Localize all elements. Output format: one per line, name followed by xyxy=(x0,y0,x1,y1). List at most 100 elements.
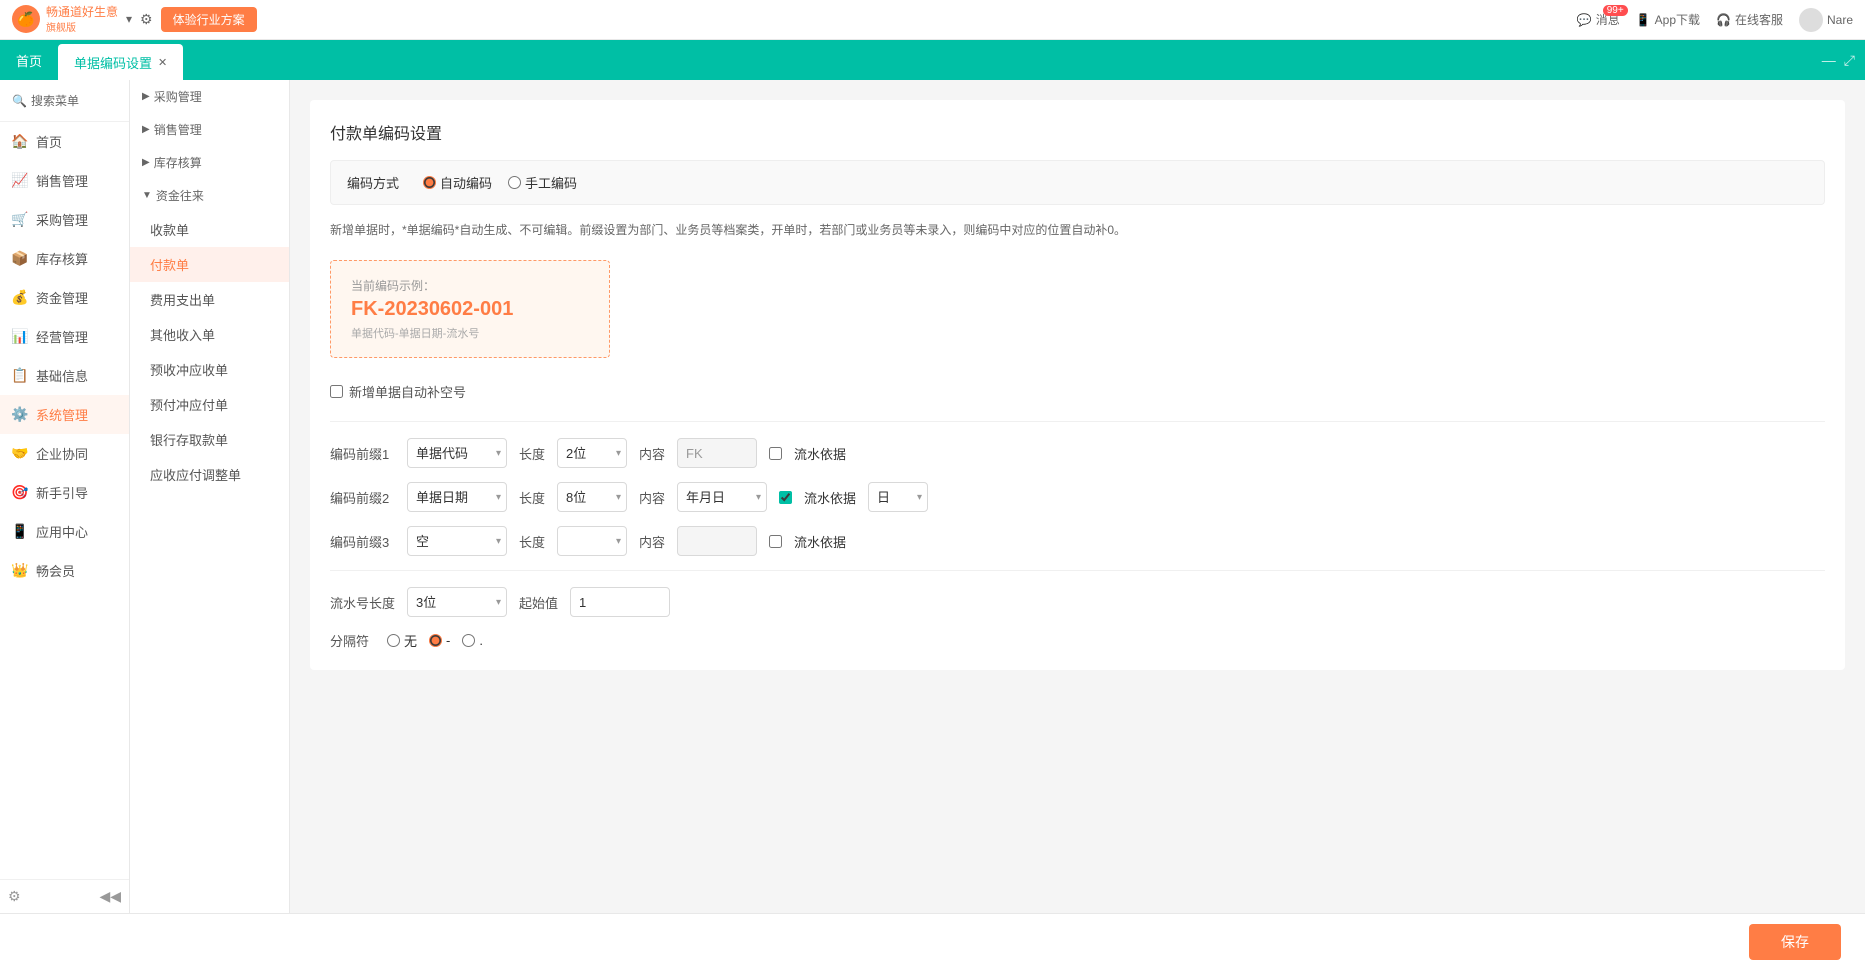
sub-nav-expense[interactable]: 费用支出单 xyxy=(130,282,289,317)
prefix1-length-select[interactable]: 2位 4位 6位 8位 xyxy=(557,438,627,468)
separator-dash-option[interactable]: - xyxy=(429,633,450,648)
divider-2 xyxy=(330,570,1825,571)
tab-home[interactable]: 首页 xyxy=(0,40,58,80)
serial-length-wrapper: 2位 3位 4位 5位 xyxy=(407,587,507,617)
separator-dash-radio[interactable] xyxy=(429,634,442,647)
sub-nav-receipt[interactable]: 收款单 xyxy=(130,212,289,247)
member-icon: 👑 xyxy=(12,563,28,579)
serial-length-select[interactable]: 2位 3位 4位 5位 xyxy=(407,587,507,617)
phone-icon: 📱 xyxy=(1636,13,1651,27)
sidebar-item-system[interactable]: ⚙️ 系统管理 xyxy=(0,395,129,434)
sub-group-inventory: ▶ 库存核算 xyxy=(130,146,289,179)
sidebar-item-guide[interactable]: 🎯 新手引导 xyxy=(0,473,129,512)
sub-sidebar: ▶ 采购管理 ▶ 销售管理 ▶ 库存核算 ▼ 资金往来 收款单 付款单 费用支出… xyxy=(130,80,290,913)
auto-encode-option[interactable]: 自动编码 xyxy=(423,173,492,192)
manual-encode-option[interactable]: 手工编码 xyxy=(508,173,577,192)
sidebar-item-sales[interactable]: 📈 销售管理 xyxy=(0,161,129,200)
settings-icon-button[interactable]: ⚙ xyxy=(140,11,153,28)
manual-encode-radio[interactable] xyxy=(508,176,521,189)
sidebar-item-finance[interactable]: 💰 资金管理 xyxy=(0,278,129,317)
prefix1-label: 编码前缀1 xyxy=(330,444,395,463)
search-menu-button[interactable]: 🔍 搜索菜单 xyxy=(8,88,121,113)
sub-nav-prepay-pay[interactable]: 预付冲应付单 xyxy=(130,387,289,422)
sidebar-item-enterprise[interactable]: 🤝 企业协同 xyxy=(0,434,129,473)
save-button[interactable]: 保存 xyxy=(1749,924,1841,960)
separator-none-radio[interactable] xyxy=(387,634,400,647)
separator-dash-label: - xyxy=(446,633,450,648)
sidebar-item-operation[interactable]: 📊 经营管理 xyxy=(0,317,129,356)
dropdown-button[interactable]: ▾ xyxy=(126,12,132,26)
prefix3-content-label: 内容 xyxy=(639,532,665,551)
chevron-down-icon: ▼ xyxy=(142,190,152,201)
tab-encoding[interactable]: 单据编码设置 ✕ xyxy=(58,44,183,80)
sub-group-capital-title[interactable]: ▼ 资金往来 xyxy=(130,179,289,212)
sub-group-sales-title[interactable]: ▶ 销售管理 xyxy=(130,113,289,146)
separator-none-option[interactable]: 无 xyxy=(387,631,417,650)
prefix3-length-select[interactable] xyxy=(557,526,627,556)
start-value-input[interactable] xyxy=(570,587,670,617)
prefix2-length-wrapper: 2位 4位 6位 8位 xyxy=(557,482,627,512)
sidebar-settings-button[interactable]: ⚙ xyxy=(8,888,21,905)
sidebar-item-inventory[interactable]: 📦 库存核算 xyxy=(0,239,129,278)
sub-nav-other-income[interactable]: 其他收入单 xyxy=(130,317,289,352)
sub-group-purchase-title[interactable]: ▶ 采购管理 xyxy=(130,80,289,113)
prefix3-length-wrapper xyxy=(557,526,627,556)
encoding-method-row: 编码方式 自动编码 手工编码 xyxy=(330,160,1825,205)
code-preview-value: FK-20230602-001 xyxy=(351,298,589,321)
prefix2-select[interactable]: 单据代码 单据日期 空 xyxy=(407,482,507,512)
sub-group-purchase-label: 采购管理 xyxy=(154,88,202,105)
sub-nav-ar-ap-adjust[interactable]: 应收应付调整单 xyxy=(130,457,289,492)
sidebar-item-inventory-label: 库存核算 xyxy=(36,249,88,268)
separator-label: 分隔符 xyxy=(330,631,375,650)
prefix2-period-select[interactable]: 日 月 年 xyxy=(868,482,928,512)
tab-close-icon[interactable]: ✕ xyxy=(158,56,167,69)
sidebar-item-apps-label: 应用中心 xyxy=(36,522,88,541)
separator-row: 分隔符 无 - . xyxy=(330,631,1825,650)
sub-nav-payment[interactable]: 付款单 xyxy=(130,247,289,282)
prefix1-select-wrapper: 单据代码 单据日期 空 xyxy=(407,438,507,468)
tab-minimize-button[interactable]: — xyxy=(1822,52,1836,68)
online-service-item[interactable]: 🎧 在线客服 xyxy=(1716,11,1783,28)
app-download-label: App下载 xyxy=(1655,11,1700,28)
sub-nav-bank-deposit[interactable]: 银行存取款单 xyxy=(130,422,289,457)
tab-encoding-label: 单据编码设置 xyxy=(74,53,152,72)
experience-button[interactable]: 体验行业方案 xyxy=(161,7,257,32)
prefix2-length-select[interactable]: 2位 4位 6位 8位 xyxy=(557,482,627,512)
auto-encode-radio[interactable] xyxy=(423,176,436,189)
sub-group-inventory-title[interactable]: ▶ 库存核算 xyxy=(130,146,289,179)
sidebar-item-purchase-label: 采购管理 xyxy=(36,210,88,229)
user-info[interactable]: Nare xyxy=(1799,8,1853,32)
code-preview-box: 当前编码示例： FK-20230602-001 单据代码-单据日期-流水号 xyxy=(330,260,610,358)
sidebar-item-member[interactable]: 👑 畅会员 xyxy=(0,551,129,590)
basic-icon: 📋 xyxy=(12,368,28,384)
sidebar-collapse-button[interactable]: ◀◀ xyxy=(99,888,121,905)
separator-dot-radio[interactable] xyxy=(462,634,475,647)
prefix2-serial-checkbox[interactable] xyxy=(779,491,792,504)
prefix3-select[interactable]: 单据代码 单据日期 空 xyxy=(407,526,507,556)
prefix2-label: 编码前缀2 xyxy=(330,488,395,507)
top-bar-left: 🍊 畅通道好生意 旗舰版 ▾ ⚙ 体验行业方案 xyxy=(12,5,257,34)
separator-dot-option[interactable]: . xyxy=(462,633,483,648)
sidebar-item-basic[interactable]: 📋 基础信息 xyxy=(0,356,129,395)
prefix2-length-label: 长度 xyxy=(519,488,545,507)
purchase-icon: 🛒 xyxy=(12,212,28,228)
tab-maximize-button[interactable]: ⤢ xyxy=(1844,52,1855,69)
sidebar-item-home[interactable]: 🏠 首页 xyxy=(0,122,129,161)
auto-fill-label: 新增单据自动补空号 xyxy=(349,382,466,401)
prefix1-length-label: 长度 xyxy=(519,444,545,463)
prefix1-serial-checkbox[interactable] xyxy=(769,447,782,460)
prefix2-serial-label: 流水依据 xyxy=(804,488,856,507)
prefix3-serial-checkbox[interactable] xyxy=(769,535,782,548)
top-bar: 🍊 畅通道好生意 旗舰版 ▾ ⚙ 体验行业方案 💬 消息 99+ 📱 App下载… xyxy=(0,0,1865,40)
prefix1-select[interactable]: 单据代码 单据日期 空 xyxy=(407,438,507,468)
sub-nav-prepay-receive[interactable]: 预收冲应收单 xyxy=(130,352,289,387)
app-download-item[interactable]: 📱 App下载 xyxy=(1636,11,1700,28)
sidebar-item-home-label: 首页 xyxy=(36,132,62,151)
search-icon: 🔍 xyxy=(12,94,27,108)
sidebar-item-apps[interactable]: 📱 应用中心 xyxy=(0,512,129,551)
system-icon: ⚙️ xyxy=(12,407,28,423)
prefix2-content-select[interactable]: 年月日 年月 年 xyxy=(677,482,767,512)
auto-fill-checkbox[interactable] xyxy=(330,385,343,398)
message-item[interactable]: 💬 消息 99+ xyxy=(1577,11,1620,28)
sidebar-item-purchase[interactable]: 🛒 采购管理 xyxy=(0,200,129,239)
